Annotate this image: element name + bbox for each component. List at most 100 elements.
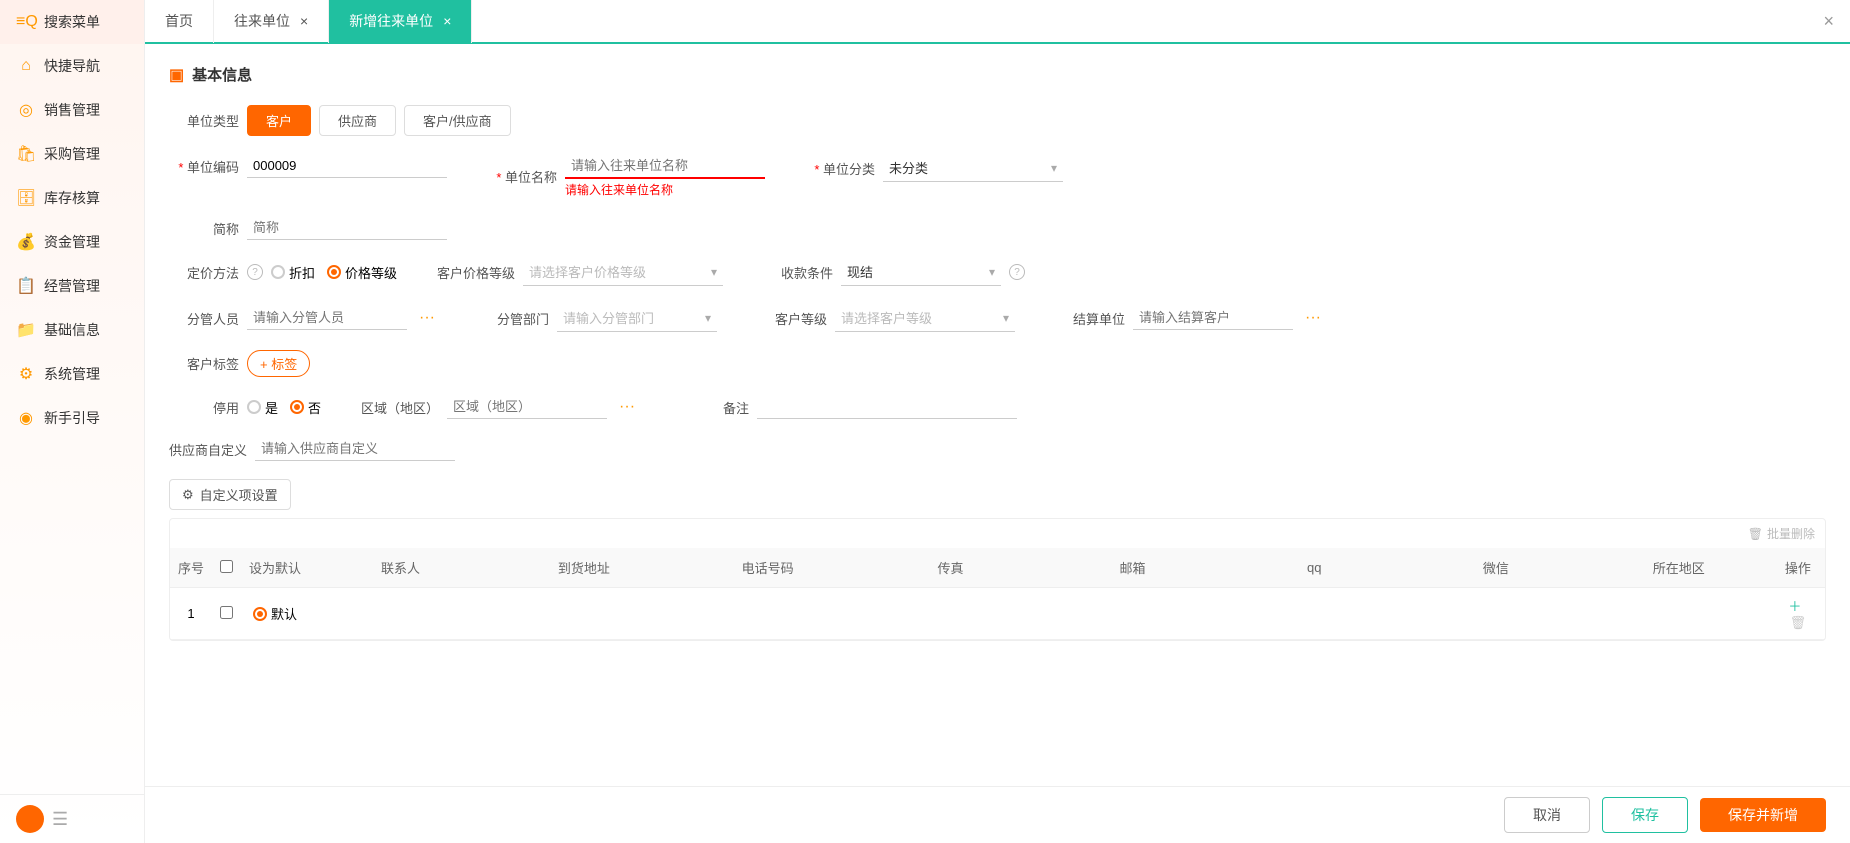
sidebar-item-inventory[interactable]: 🗄 库存核算 — [0, 176, 144, 220]
th-wechat: 微信 — [1405, 548, 1587, 588]
remark-input[interactable] — [757, 395, 1017, 419]
payment-help-icon[interactable]: ? — [1009, 264, 1025, 280]
sidebar-item-label: 系统管理 — [44, 364, 100, 384]
email-input[interactable] — [1050, 606, 1216, 621]
th-email: 邮箱 — [1042, 548, 1224, 588]
row-checkbox[interactable] — [220, 606, 233, 619]
disabled-region-row: 停用 是 否 区域（地区） ··· 备注 — [169, 395, 1826, 419]
td-fax — [859, 588, 1041, 640]
expand-icon[interactable]: ☰ — [52, 809, 68, 830]
radio-grade-circle — [327, 265, 341, 279]
settlement-unit-input[interactable] — [1133, 306, 1293, 330]
th-qq: qq — [1224, 548, 1405, 588]
sidebar-item-operations[interactable]: 📋 经营管理 — [0, 264, 144, 308]
department-field: 分管部门 请输入分管部门 ▾ — [479, 304, 717, 332]
unit-name-input[interactable] — [565, 154, 765, 179]
supplier-custom-label: 供应商自定义 — [169, 440, 247, 459]
add-row-btn[interactable]: ＋ — [1788, 599, 1801, 614]
batch-delete-btn[interactable]: 🗑 批量删除 — [1748, 525, 1815, 542]
region-field: 区域（地区） ··· — [361, 395, 639, 419]
contacts-table: 序号 设为默认 联系人 到货地址 电话号码 传真 邮箱 qq 微信 所在地区 操… — [170, 548, 1825, 640]
radio-yes[interactable]: 是 — [247, 398, 278, 417]
delete-row-btn[interactable]: 🗑 — [1790, 615, 1807, 630]
price-level-chevron: ▾ — [711, 265, 717, 279]
wechat-input[interactable] — [1413, 606, 1579, 621]
form-footer: 取消 保存 保存并新增 — [145, 786, 1850, 843]
customer-level-placeholder: 请选择客户等级 — [841, 308, 999, 327]
unit-category-select[interactable]: 未分类 ▾ — [883, 154, 1063, 182]
add-tag-btn[interactable]: + 标签 — [247, 350, 310, 377]
tab-partners[interactable]: 往来单位 × — [214, 0, 329, 43]
unit-btn-customer[interactable]: 客户 — [247, 105, 311, 136]
sidebar-item-finance[interactable]: 💰 资金管理 — [0, 220, 144, 264]
radio-no[interactable]: 否 — [290, 398, 321, 417]
manager-label: 分管人员 — [169, 309, 239, 328]
phone-input[interactable] — [684, 606, 852, 621]
manager-more-btn[interactable]: ··· — [415, 309, 439, 327]
chevron-down-icon: ▾ — [1051, 161, 1057, 175]
sidebar-item-label: 快捷导航 — [44, 56, 100, 76]
region-input[interactable] — [447, 395, 607, 419]
unit-btn-supplier[interactable]: 供应商 — [319, 105, 396, 136]
system-icon: ⚙ — [16, 364, 36, 384]
tab-bar-close[interactable]: × — [1823, 11, 1850, 32]
cancel-button[interactable]: 取消 — [1504, 797, 1590, 833]
sidebar-item-purchase[interactable]: 🛍 采购管理 — [0, 132, 144, 176]
tab-new-partner-close[interactable]: × — [443, 13, 451, 29]
tab-partners-close[interactable]: × — [300, 13, 308, 29]
batch-delete-icon: 🗑 — [1748, 527, 1763, 541]
sidebar-item-guide[interactable]: ◉ 新手引导 — [0, 396, 144, 440]
th-contact: 联系人 — [309, 548, 492, 588]
unit-type-label: 单位类型 — [169, 111, 239, 130]
sidebar-item-quick-nav[interactable]: ⌂ 快捷导航 — [0, 44, 144, 88]
select-all-checkbox[interactable] — [220, 560, 233, 573]
unit-btn-both[interactable]: 客户/供应商 — [404, 105, 511, 136]
save-button[interactable]: 保存 — [1602, 797, 1688, 833]
department-select[interactable]: 请输入分管部门 ▾ — [557, 304, 717, 332]
settlement-unit-field: 结算单位 ··· — [1055, 306, 1325, 330]
payment-terms-value: 现结 — [847, 262, 985, 281]
unit-code-input[interactable] — [247, 154, 447, 178]
unit-category-value: 未分类 — [889, 158, 1047, 177]
tag-field: 客户标签 + 标签 — [169, 350, 310, 377]
customer-price-level-select[interactable]: 请选择客户价格等级 ▾ — [523, 258, 723, 286]
finance-icon: 💰 — [16, 232, 36, 252]
abbreviation-input[interactable] — [247, 216, 447, 240]
settlement-more-btn[interactable]: ··· — [1301, 309, 1325, 327]
radio-discount[interactable]: 折扣 — [271, 263, 315, 282]
disabled-radio-group: 是 否 — [247, 398, 321, 417]
save-new-button[interactable]: 保存并新增 — [1700, 798, 1826, 832]
sidebar-item-sales[interactable]: ◎ 销售管理 — [0, 88, 144, 132]
sidebar-item-system[interactable]: ⚙ 系统管理 — [0, 352, 144, 396]
sidebar-item-label: 基础信息 — [44, 320, 100, 340]
tab-home[interactable]: 首页 — [145, 0, 214, 43]
custom-setting-btn[interactable]: ⚙ 自定义项设置 — [169, 479, 291, 510]
region-more-btn[interactable]: ··· — [615, 398, 639, 416]
td-email — [1042, 588, 1224, 640]
pricing-method-field: 定价方法 ? 折扣 价格等级 — [169, 263, 397, 282]
radio-grade[interactable]: 价格等级 — [327, 263, 397, 282]
sidebar-item-basic-info[interactable]: 📁 基础信息 — [0, 308, 144, 352]
manager-input[interactable] — [247, 306, 407, 330]
table-header-actions: 🗑 批量删除 — [170, 519, 1825, 548]
customer-level-select[interactable]: 请选择客户等级 ▾ — [835, 304, 1015, 332]
contact-input[interactable] — [317, 606, 484, 621]
row-region-input[interactable] — [1595, 606, 1763, 621]
inventory-icon: 🗄 — [16, 188, 36, 208]
th-default: 设为默认 — [241, 548, 309, 588]
default-radio[interactable]: 默认 — [249, 604, 301, 623]
td-default: 默认 — [241, 588, 309, 640]
disabled-field: 停用 是 否 — [169, 398, 321, 417]
payment-terms-select[interactable]: 现结 ▾ — [841, 258, 1001, 286]
supplier-custom-input[interactable] — [255, 437, 455, 461]
sidebar-item-label: 搜索菜单 — [44, 12, 100, 32]
fax-input[interactable] — [867, 606, 1033, 621]
unit-code-label: 单位编码 — [169, 157, 239, 176]
avatar — [16, 805, 44, 833]
pricing-help-icon[interactable]: ? — [247, 264, 263, 280]
qq-input[interactable] — [1232, 606, 1397, 621]
sidebar-item-search[interactable]: ≡Q 搜索菜单 — [0, 0, 144, 44]
address-input[interactable] — [500, 606, 668, 621]
sidebar-item-label: 库存核算 — [44, 188, 100, 208]
tab-new-partner[interactable]: 新增往来单位 × — [329, 0, 472, 43]
